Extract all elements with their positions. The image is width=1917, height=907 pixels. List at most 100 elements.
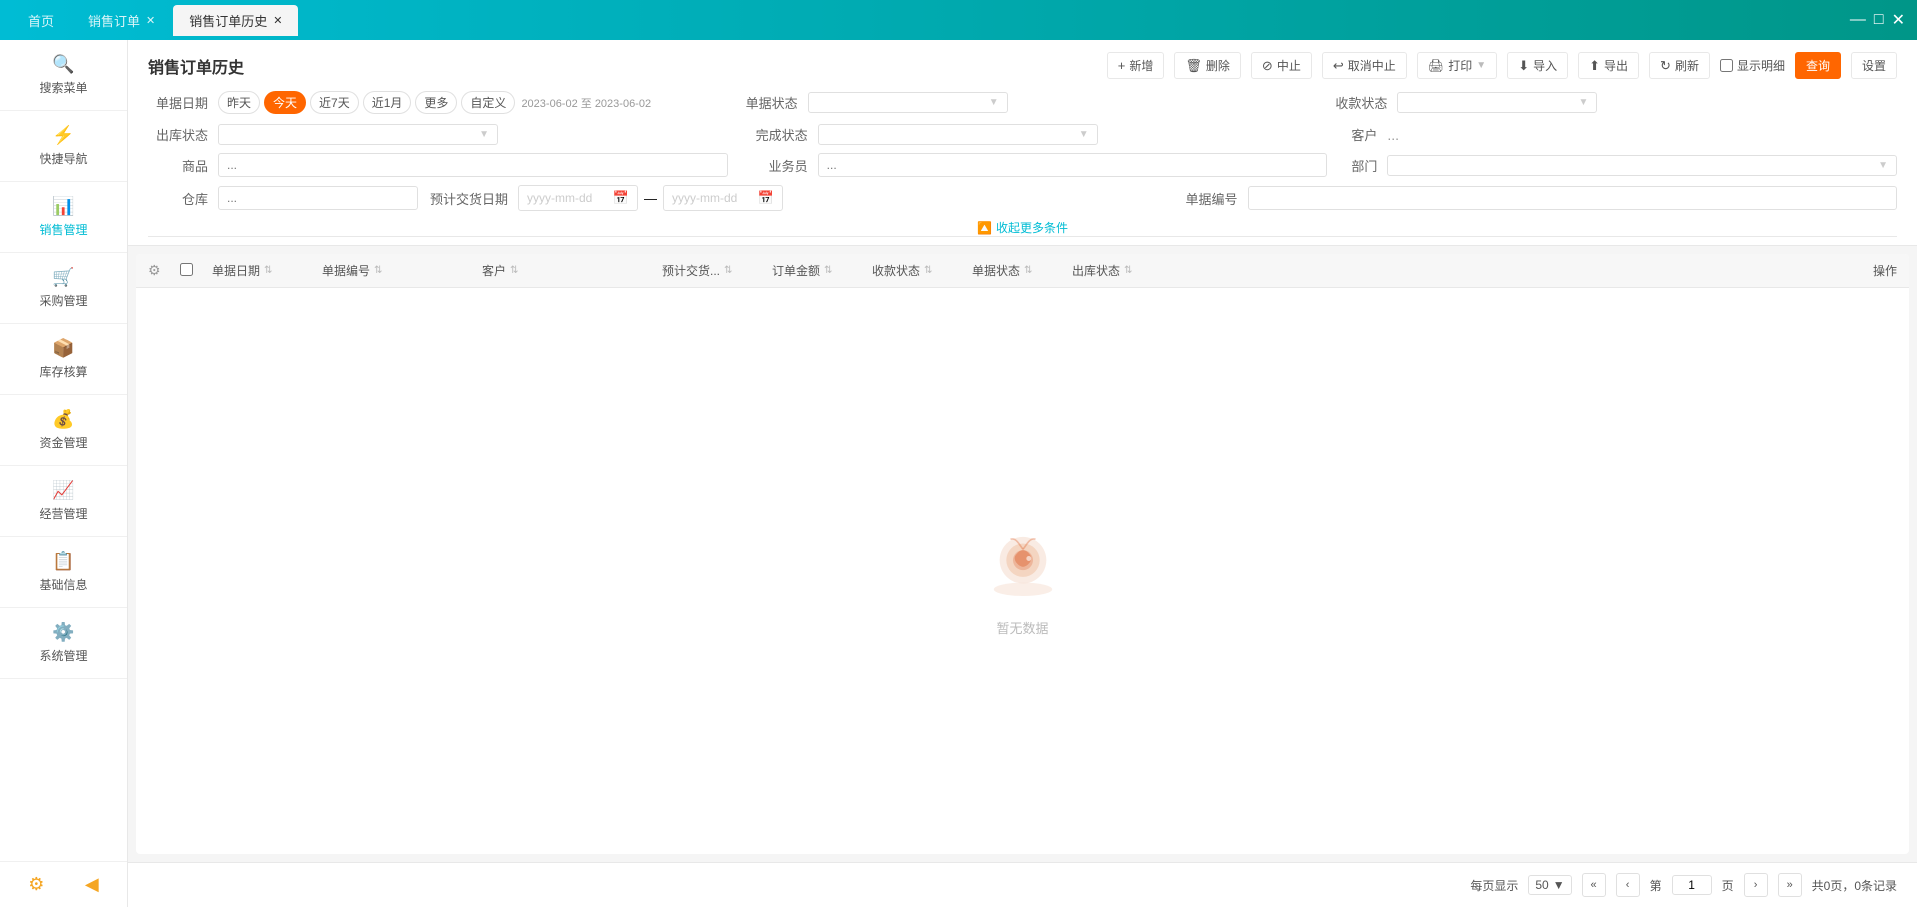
page-number-input[interactable]	[1672, 875, 1712, 895]
col-status[interactable]: 单据状态 ⇅	[972, 262, 1072, 279]
cancel-stop-button[interactable]: ↩ 取消中止	[1322, 52, 1407, 79]
department-control: ▼	[1387, 155, 1897, 176]
col-outbound[interactable]: 出库状态 ⇅	[1072, 262, 1172, 279]
title-toolbar-row: 销售订单历史 + 新增 🗑 删除 ⊘ 中止 ↩	[148, 52, 1897, 79]
complete-status-dropdown-icon: ▼	[1079, 129, 1089, 140]
toolbar: + 新增 🗑 删除 ⊘ 中止 ↩ 取消中止	[1107, 52, 1897, 79]
bill-status-select[interactable]: ▼	[808, 92, 1008, 113]
filter-row-2: 出库状态 ▼ 完成状态 ▼ 客户	[148, 124, 1897, 145]
payment-status-select[interactable]: ▼	[1397, 92, 1597, 113]
col-actions: 操作	[1172, 262, 1897, 279]
maximize-icon[interactable]: □	[1874, 11, 1884, 29]
next-page-btn[interactable]: ›	[1744, 873, 1768, 897]
delivery-date-from[interactable]: yyyy-mm-dd 📅	[518, 185, 638, 211]
new-icon: +	[1118, 58, 1126, 73]
sidebar-item-sales-mgmt[interactable]: 📊 销售管理	[0, 182, 127, 253]
col-date[interactable]: 单据日期 ⇅	[212, 262, 322, 279]
sidebar-item-quick-nav[interactable]: ⚡ 快捷导航	[0, 111, 127, 182]
refresh-button[interactable]: ↻ 刷新	[1649, 52, 1710, 79]
select-all-checkbox[interactable]	[180, 263, 212, 279]
empty-state: 暂无数据	[136, 288, 1909, 854]
sidebar-item-inventory[interactable]: 📦 库存核算	[0, 324, 127, 395]
salesperson-input[interactable]	[818, 153, 1328, 177]
sort-outbound-icon: ⇅	[1124, 265, 1132, 276]
last-page-btn[interactable]: »	[1778, 873, 1802, 897]
date-btn-today[interactable]: 今天	[264, 91, 306, 114]
date-btn-custom[interactable]: 自定义	[461, 91, 515, 114]
sidebar-item-purchase-mgmt[interactable]: 🛒 采购管理	[0, 253, 127, 324]
sidebar-item-finance[interactable]: 💰 资金管理	[0, 395, 127, 466]
outbound-status-select[interactable]: ▼	[218, 124, 498, 145]
col-delivery[interactable]: 预计交货... ⇅	[662, 262, 772, 279]
content-area: 销售订单历史 + 新增 🗑 删除 ⊘ 中止 ↩	[128, 40, 1917, 907]
complete-status-label: 完成状态	[728, 125, 818, 144]
delete-button[interactable]: 🗑 删除	[1174, 52, 1241, 79]
query-button[interactable]: 查询	[1795, 52, 1841, 79]
customer-control: ...	[1387, 127, 1897, 143]
quick-nav-icon: ⚡	[52, 125, 74, 146]
complete-status-select[interactable]: ▼	[818, 124, 1098, 145]
sidebar-item-search-menu[interactable]: 🔍 搜索菜单	[0, 40, 127, 111]
empty-icon	[973, 506, 1073, 606]
tab-sales-order-history-close[interactable]: ✕	[273, 14, 282, 27]
prev-page-btn[interactable]: ‹	[1616, 873, 1640, 897]
delivery-date-group: yyyy-mm-dd 📅 — yyyy-mm-dd 📅	[518, 185, 1168, 211]
date-label: 单据日期	[148, 93, 218, 112]
minimize-icon[interactable]: —	[1850, 11, 1866, 29]
page-size-select[interactable]: 50 ▼	[1528, 875, 1571, 895]
import-button[interactable]: ⬇ 导入	[1507, 52, 1568, 79]
col-amount[interactable]: 订单金额 ⇅	[772, 262, 872, 279]
date-range-text: 2023-06-02 至 2023-06-02	[521, 95, 651, 111]
export-button[interactable]: ⬆ 导出	[1578, 52, 1639, 79]
tab-sales-order-history[interactable]: 销售订单历史 ✕	[173, 5, 298, 36]
salesperson-control	[818, 153, 1328, 177]
date-btn-7days[interactable]: 近7天	[310, 91, 359, 114]
bill-no-input[interactable]	[1248, 186, 1898, 210]
goods-label: 商品	[148, 156, 218, 175]
column-settings-icon[interactable]: ⚙	[148, 262, 180, 279]
new-button[interactable]: + 新增	[1107, 52, 1165, 79]
settings-bottom-icon[interactable]: ⚙	[28, 874, 44, 895]
settings-button[interactable]: 设置	[1851, 52, 1897, 79]
bill-status-dropdown-icon: ▼	[989, 97, 999, 108]
sort-no-icon: ⇅	[374, 265, 382, 276]
calendar-to-icon: 📅	[758, 190, 774, 206]
calendar-from-icon: 📅	[613, 190, 629, 206]
display-toggle-checkbox[interactable]	[1720, 59, 1733, 72]
goods-input[interactable]	[218, 153, 728, 177]
warehouse-control	[218, 186, 418, 210]
bill-no-label: 单据编号	[1168, 189, 1248, 208]
col-payment[interactable]: 收款状态 ⇅	[872, 262, 972, 279]
tab-sales-order-close[interactable]: ✕	[146, 14, 155, 27]
delivery-date-to[interactable]: yyyy-mm-dd 📅	[663, 185, 783, 211]
sidebar-item-operations[interactable]: 📈 经营管理	[0, 466, 127, 537]
finance-icon: 💰	[52, 409, 74, 430]
date-btn-more[interactable]: 更多	[415, 91, 457, 114]
date-btn-1month[interactable]: 近1月	[363, 91, 412, 114]
department-dropdown-icon: ▼	[1878, 160, 1888, 171]
tab-home[interactable]: 首页	[12, 5, 70, 36]
sidebar-item-system[interactable]: ⚙️ 系统管理	[0, 608, 127, 679]
main-layout: 🔍 搜索菜单 ⚡ 快捷导航 📊 销售管理 🛒 采购管理 📦 库存核算 💰 资金管…	[0, 40, 1917, 907]
sidebar-item-basic-info[interactable]: 📋 基础信息	[0, 537, 127, 608]
warehouse-input[interactable]	[218, 186, 418, 210]
export-icon: ⬆	[1589, 58, 1600, 74]
system-icon: ⚙️	[52, 622, 74, 643]
collapse-more[interactable]: 🔼 收起更多条件	[148, 215, 1897, 236]
close-icon[interactable]: ✕	[1892, 10, 1905, 30]
date-quick-btns: 昨天 今天 近7天 近1月 更多 自定义	[218, 91, 515, 114]
department-select[interactable]: ▼	[1387, 155, 1897, 176]
stop-button[interactable]: ⊘ 中止	[1251, 52, 1312, 79]
col-no[interactable]: 单据编号 ⇅	[322, 262, 482, 279]
tab-sales-order[interactable]: 销售订单 ✕	[72, 5, 171, 36]
print-button[interactable]: 🖨 打印 ▼	[1417, 52, 1497, 79]
page-header: 销售订单历史 + 新增 🗑 删除 ⊘ 中止 ↩	[128, 40, 1917, 246]
first-page-btn[interactable]: «	[1582, 873, 1606, 897]
customer-dots[interactable]: ...	[1387, 127, 1399, 143]
print-dropdown-icon: ▼	[1476, 60, 1486, 71]
col-customer[interactable]: 客户 ⇅	[482, 262, 662, 279]
collapse-sidebar-icon[interactable]: ◀	[85, 874, 99, 895]
table-header: ⚙ 单据日期 ⇅ 单据编号 ⇅ 客户 ⇅ 预计交货...	[136, 254, 1909, 288]
date-btn-yesterday[interactable]: 昨天	[218, 91, 260, 114]
page-word-before: 第	[1650, 877, 1662, 894]
